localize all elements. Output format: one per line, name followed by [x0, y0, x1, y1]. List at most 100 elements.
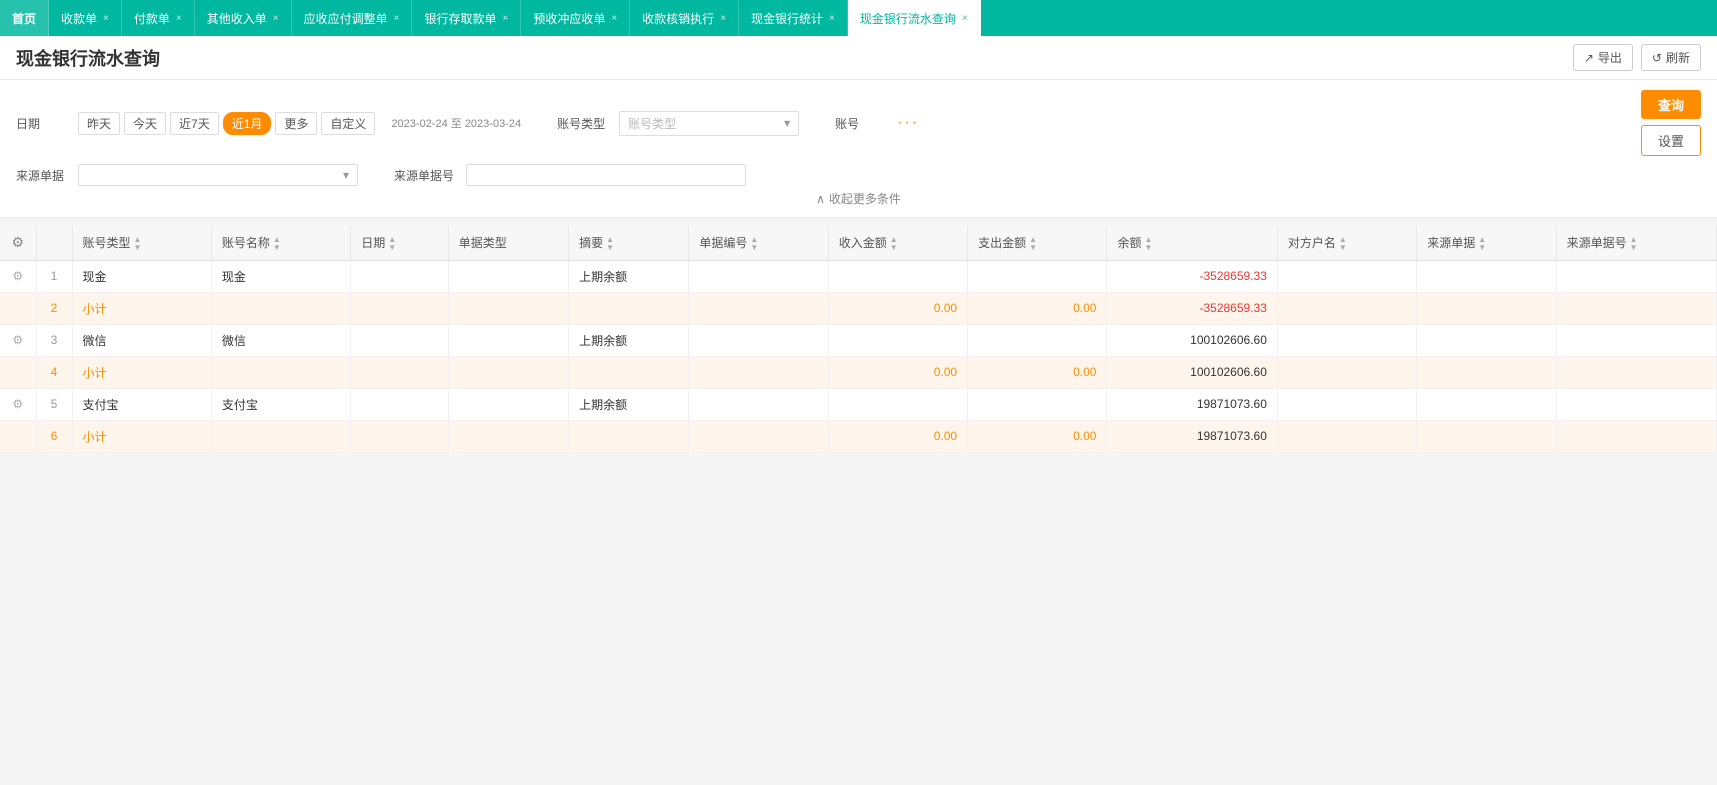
cell-gear [0, 356, 36, 388]
date-option-btn[interactable]: 近1月 [223, 112, 272, 135]
table-row[interactable]: ⚙5支付宝支付宝上期余额19871073.60 [0, 388, 1717, 420]
cell-doc_type [448, 356, 568, 388]
cell-account_type: 小计 [72, 356, 211, 388]
cell-income: 0.00 [828, 292, 967, 324]
close-icon[interactable]: × [394, 13, 400, 24]
col-header-counterparty[interactable]: 对方户名▲▼ [1277, 226, 1416, 260]
col-header-account_name[interactable]: 账号名称▲▼ [211, 226, 350, 260]
cell-account_name: 支付宝 [211, 388, 350, 420]
table-row[interactable]: ⚙1现金现金上期余额-3528659.33 [0, 260, 1717, 292]
cell-num: 3 [36, 324, 72, 356]
query-button[interactable]: 查询 [1641, 90, 1701, 119]
date-option-btn[interactable]: 近7天 [170, 112, 219, 135]
cell-income: 0.00 [828, 356, 967, 388]
row-gear-icon[interactable]: ⚙ [12, 397, 23, 411]
cell-doc_no [689, 420, 828, 452]
data-table: ⚙账号类型▲▼账号名称▲▼日期▲▼单据类型摘要▲▼单据编号▲▼收入金额▲▼支出金… [0, 226, 1717, 453]
col-header-doc_no[interactable]: 单据编号▲▼ [689, 226, 828, 260]
cell-doc_no [689, 324, 828, 356]
cell-gear: ⚙ [0, 388, 36, 420]
date-option-btn[interactable]: 昨天 [78, 112, 120, 135]
cell-date [351, 420, 449, 452]
nav-tab[interactable]: 银行存取款单× [412, 0, 521, 36]
date-option-btn[interactable]: 今天 [124, 112, 166, 135]
cell-source_doc_no [1556, 388, 1716, 420]
cell-balance: 100102606.60 [1107, 324, 1277, 356]
nav-tab[interactable]: 收款单× [49, 0, 122, 36]
cell-source_doc [1417, 324, 1556, 356]
col-header-income[interactable]: 收入金额▲▼ [828, 226, 967, 260]
nav-tab[interactable]: 预收冲应收单× [521, 0, 630, 36]
col-header-source_doc[interactable]: 来源单据▲▼ [1417, 226, 1556, 260]
filter-row-2: 来源单据 ▾ 来源单据号 [16, 164, 1701, 186]
account-label: 账号 [835, 115, 885, 132]
source-doc-num-input[interactable] [466, 164, 746, 186]
cell-counterparty [1277, 260, 1416, 292]
close-icon[interactable]: × [829, 13, 835, 24]
close-icon[interactable]: × [962, 13, 968, 24]
col-header-num [36, 226, 72, 260]
more-options-icon[interactable]: ··· [897, 114, 919, 132]
nav-tab[interactable]: 收款核销执行× [630, 0, 739, 36]
cell-summary [569, 420, 689, 452]
nav-tab[interactable]: 应收应付调整单× [292, 0, 413, 36]
cell-account_type: 微信 [72, 324, 211, 356]
cell-account_name: 微信 [211, 324, 350, 356]
close-icon[interactable]: × [720, 13, 726, 24]
table-row[interactable]: ⚙3微信微信上期余额100102606.60 [0, 324, 1717, 356]
cell-account_type: 小计 [72, 292, 211, 324]
cell-account_name [211, 292, 350, 324]
date-option-btn[interactable]: 更多 [275, 112, 317, 135]
close-icon[interactable]: × [103, 13, 109, 24]
col-header-account_type[interactable]: 账号类型▲▼ [72, 226, 211, 260]
table-row[interactable]: 2小计0.000.00-3528659.33 [0, 292, 1717, 324]
account-type-value: 账号类型 [628, 115, 676, 132]
row-gear-icon[interactable]: ⚙ [12, 333, 23, 347]
close-icon[interactable]: × [176, 13, 182, 24]
col-header-summary[interactable]: 摘要▲▼ [569, 226, 689, 260]
collapse-bar[interactable]: ∧ 收起更多条件 [16, 186, 1701, 207]
nav-tab[interactable]: 其他收入单× [195, 0, 292, 36]
settings-button[interactable]: 设置 [1641, 125, 1701, 156]
col-header-balance[interactable]: 余额▲▼ [1107, 226, 1277, 260]
col-header-expense[interactable]: 支出金额▲▼ [968, 226, 1107, 260]
table-row[interactable]: 6小计0.000.0019871073.60 [0, 420, 1717, 452]
cell-account_type: 小计 [72, 420, 211, 452]
close-icon[interactable]: × [611, 13, 617, 24]
collapse-label: 收起更多条件 [829, 190, 901, 207]
cell-counterparty [1277, 420, 1416, 452]
cell-num: 1 [36, 260, 72, 292]
account-type-select[interactable]: 账号类型 ▾ [619, 111, 799, 136]
cell-account_name [211, 420, 350, 452]
cell-counterparty [1277, 292, 1416, 324]
nav-tab[interactable]: 现金银行统计× [739, 0, 848, 36]
col-header-date[interactable]: 日期▲▼ [351, 226, 449, 260]
cell-summary: 上期余额 [569, 388, 689, 420]
cell-income [828, 324, 967, 356]
cell-doc_type [448, 260, 568, 292]
gear-settings-icon[interactable]: ⚙ [11, 234, 24, 250]
cell-source_doc [1417, 292, 1556, 324]
cell-summary [569, 292, 689, 324]
close-icon[interactable]: × [273, 13, 279, 24]
cell-account_type: 支付宝 [72, 388, 211, 420]
table-row[interactable]: 4小计0.000.00100102606.60 [0, 356, 1717, 388]
cell-num: 6 [36, 420, 72, 452]
header-actions: ↗ 导出 ↺ 刷新 [1573, 44, 1701, 71]
cell-counterparty [1277, 356, 1416, 388]
chevron-down-icon: ▾ [784, 116, 790, 130]
col-header-source_doc_no[interactable]: 来源单据号▲▼ [1556, 226, 1716, 260]
nav-tab[interactable]: 现金银行流水查询× [848, 0, 981, 36]
date-option-btn[interactable]: 自定义 [321, 112, 375, 135]
nav-home[interactable]: 首页 [0, 0, 49, 36]
page-header: 现金银行流水查询 ↗ 导出 ↺ 刷新 [0, 36, 1717, 80]
chevron-down-icon-2: ▾ [343, 168, 349, 182]
filter-buttons: 查询 设置 [1641, 90, 1701, 156]
close-icon[interactable]: × [502, 13, 508, 24]
refresh-button[interactable]: ↺ 刷新 [1641, 44, 1701, 71]
export-button[interactable]: ↗ 导出 [1573, 44, 1633, 71]
row-gear-icon[interactable]: ⚙ [12, 269, 23, 283]
source-doc-select[interactable]: ▾ [78, 164, 358, 186]
cell-expense [968, 324, 1107, 356]
nav-tab[interactable]: 付款单× [122, 0, 195, 36]
